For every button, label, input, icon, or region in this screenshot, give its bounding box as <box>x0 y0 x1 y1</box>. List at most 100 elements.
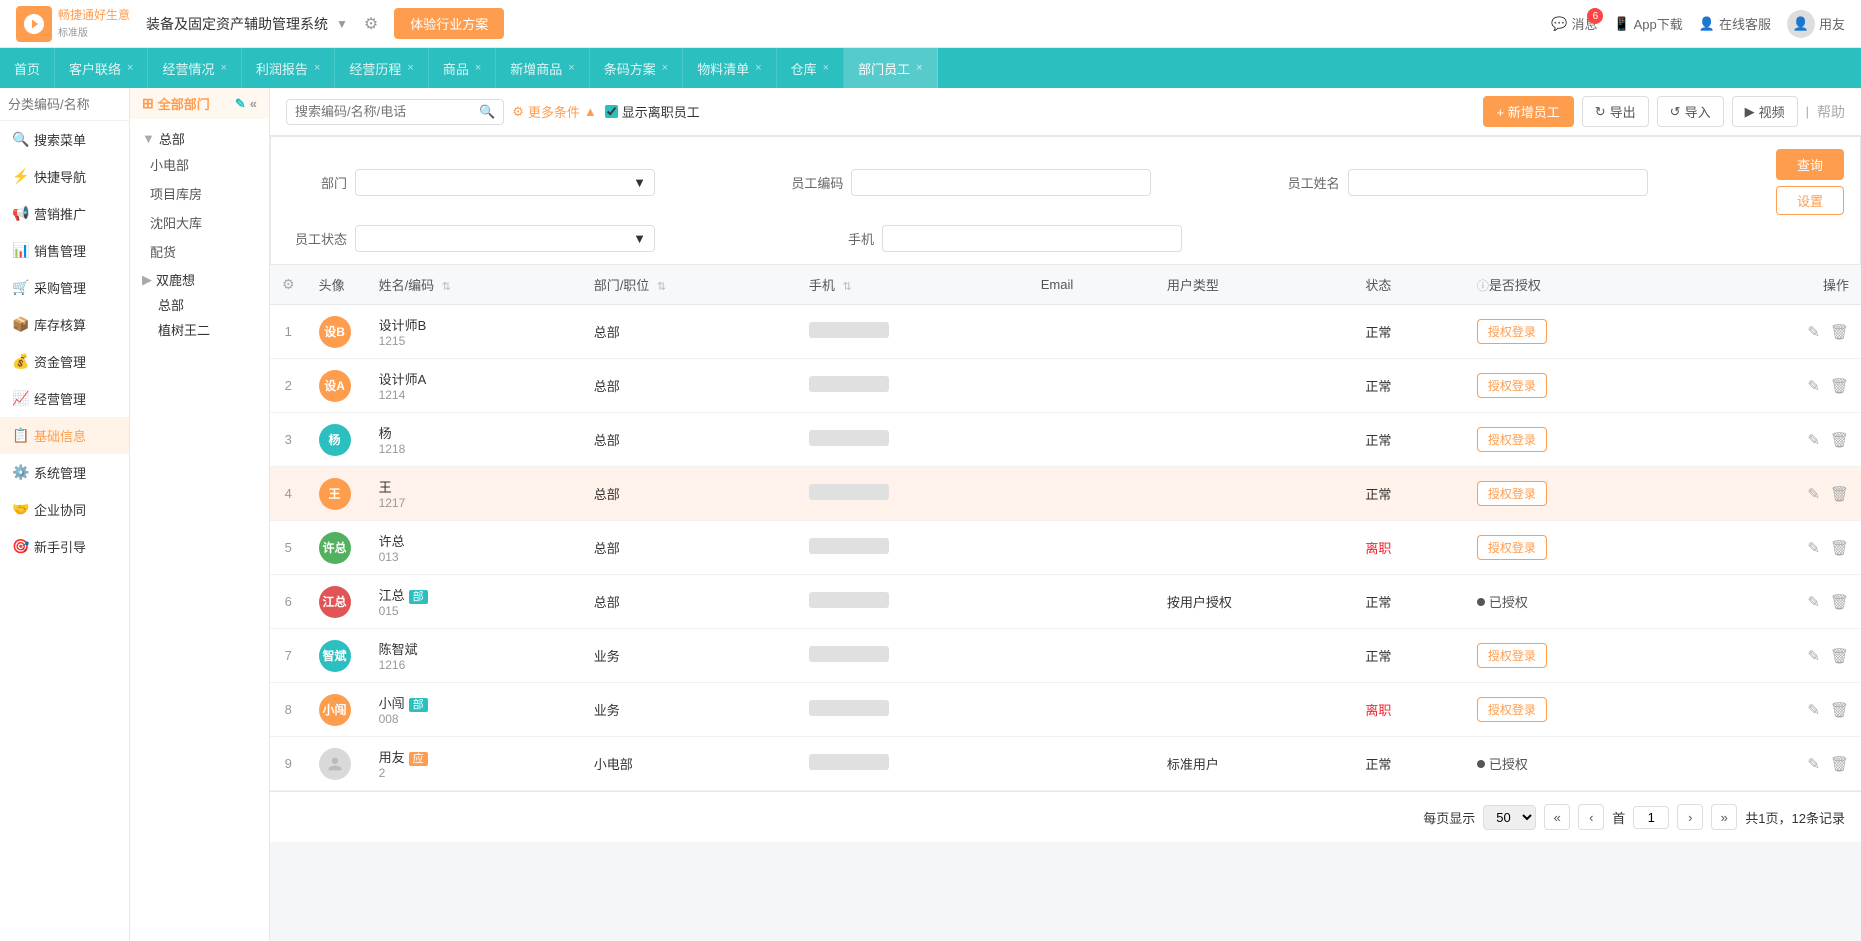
page-input[interactable] <box>1633 806 1669 829</box>
dept-all-button[interactable]: ⊞ 全部部门 ✎ « <box>130 88 269 119</box>
tab-department[interactable]: 部门员工 × <box>844 48 937 88</box>
help-button[interactable]: 帮助 <box>1817 102 1845 122</box>
tab-warehouse[interactable]: 仓库 × <box>777 48 844 88</box>
chevron-down-icon[interactable]: ▼ <box>336 17 348 31</box>
app-download-button[interactable]: 📱 App下载 <box>1613 14 1682 33</box>
close-icon[interactable]: × <box>475 62 481 74</box>
user-menu-button[interactable]: 👤 用友 <box>1787 10 1845 38</box>
sidebar-search-input[interactable] <box>8 97 130 112</box>
edit-icon[interactable]: ✎ <box>1807 755 1820 773</box>
sidebar-item-purchase[interactable]: 🛒 采购管理 <box>0 269 129 306</box>
tab-customer[interactable]: 客户联络 × <box>55 48 148 88</box>
edit-icon[interactable]: ✎ <box>1807 539 1820 557</box>
tab-profit[interactable]: 利润报告 × <box>242 48 335 88</box>
tab-operation[interactable]: 经营情况 × <box>148 48 241 88</box>
dept-node-zongbu[interactable]: 总部 <box>130 291 269 316</box>
close-icon[interactable]: × <box>916 62 922 74</box>
delete-icon[interactable]: 🗑 <box>1830 377 1849 395</box>
tab-goods[interactable]: 商品 × <box>429 48 496 88</box>
prev-page-button[interactable]: ‹ <box>1578 804 1604 830</box>
tab-home[interactable]: 首页 <box>0 48 55 88</box>
edit-icon[interactable]: ✎ <box>1807 701 1820 719</box>
dept-node-project[interactable]: 项目库房 <box>130 179 269 208</box>
close-icon[interactable]: × <box>127 62 133 74</box>
more-filter-button[interactable]: ⚙ 更多条件 ▲ <box>512 102 597 121</box>
edit-icon[interactable]: ✎ <box>1807 485 1820 503</box>
sidebar-item-collab[interactable]: 🤝 企业协同 <box>0 491 129 528</box>
close-icon[interactable]: × <box>220 62 226 74</box>
tab-add-goods[interactable]: 新增商品 × <box>496 48 589 88</box>
last-page-button[interactable]: » <box>1711 804 1737 830</box>
dept-select[interactable]: ▼ <box>355 169 655 196</box>
help-icon[interactable]: | <box>1806 104 1809 119</box>
auth-button[interactable]: 授权登录 <box>1477 373 1547 398</box>
search-input[interactable] <box>295 104 475 119</box>
message-button[interactable]: 💬 消息 6 <box>1551 14 1597 33</box>
status-select[interactable]: ▼ <box>355 225 655 252</box>
delete-icon[interactable]: 🗑 <box>1830 647 1849 665</box>
auth-button[interactable]: 授权登录 <box>1477 481 1547 506</box>
delete-icon[interactable]: 🗑 <box>1830 485 1849 503</box>
dept-node-zhishu[interactable]: 植树王二 <box>130 316 269 341</box>
delete-icon[interactable]: 🗑 <box>1830 323 1849 341</box>
edit-icon[interactable]: ✎ <box>1807 431 1820 449</box>
trial-button[interactable]: 体验行业方案 <box>394 8 504 39</box>
close-icon[interactable]: × <box>314 62 320 74</box>
close-icon[interactable]: × <box>662 62 668 74</box>
sidebar-item-system[interactable]: ⚙️ 系统管理 <box>0 454 129 491</box>
phone-input[interactable] <box>882 225 1182 252</box>
edit-icon[interactable]: ✎ <box>1807 377 1820 395</box>
delete-icon[interactable]: 🗑 <box>1830 755 1849 773</box>
add-employee-button[interactable]: + 新增员工 <box>1483 96 1574 127</box>
sidebar-item-marketing[interactable]: 📢 营销推广 <box>0 195 129 232</box>
name-input[interactable] <box>1348 169 1648 196</box>
view-button[interactable]: ▶ 视频 <box>1732 96 1798 127</box>
sidebar-item-quicknav[interactable]: ⚡ 快捷导航 <box>0 158 129 195</box>
edit-icon[interactable]: ✎ <box>1807 647 1820 665</box>
sidebar-item-sales[interactable]: 📊 销售管理 <box>0 232 129 269</box>
dept-node-peihuo[interactable]: 配货 <box>130 237 269 266</box>
auth-button[interactable]: 授权登录 <box>1477 697 1547 722</box>
dept-edit-icon[interactable]: ✎ <box>235 96 246 112</box>
col-dept[interactable]: 部门/职位 ⇅ <box>582 265 797 305</box>
col-phone[interactable]: 手机 ⇅ <box>797 265 1029 305</box>
settings-icon[interactable]: ⚙ <box>364 14 378 34</box>
edit-icon[interactable]: ✎ <box>1807 323 1820 341</box>
sidebar-item-finance[interactable]: 💰 资金管理 <box>0 343 129 380</box>
dept-node-root[interactable]: ▼ 总部 <box>130 125 269 150</box>
next-page-button[interactable]: › <box>1677 804 1703 830</box>
tab-barcode[interactable]: 条码方案 × <box>590 48 683 88</box>
reset-button[interactable]: 设置 <box>1776 186 1844 215</box>
dept-collapse-icon[interactable]: « <box>250 96 257 111</box>
delete-icon[interactable]: 🗑 <box>1830 431 1849 449</box>
close-icon[interactable]: × <box>407 62 413 74</box>
col-settings[interactable]: ⚙ <box>270 265 307 305</box>
sidebar-item-inventory[interactable]: 📦 库存核算 <box>0 306 129 343</box>
tab-bom[interactable]: 物料清单 × <box>683 48 776 88</box>
export-button[interactable]: ↻ 导出 <box>1582 96 1649 127</box>
sidebar-item-search[interactable]: 🔍 搜索菜单 <box>0 121 129 158</box>
auth-button[interactable]: 授权登录 <box>1477 427 1547 452</box>
dept-node-xiaodibu[interactable]: 小电部 <box>130 150 269 179</box>
col-name[interactable]: 姓名/编码 ⇅ <box>367 265 582 305</box>
page-size-select[interactable]: 50 <box>1483 805 1536 830</box>
edit-icon[interactable]: ✎ <box>1807 593 1820 611</box>
auth-button[interactable]: 授权登录 <box>1477 643 1547 668</box>
close-icon[interactable]: × <box>568 62 574 74</box>
show-resigned-checkbox[interactable]: 显示离职员工 <box>605 102 700 121</box>
first-page-button[interactable]: « <box>1544 804 1570 830</box>
dept-node-shuangluxiang[interactable]: ▶ 双鹿想 <box>130 266 269 291</box>
delete-icon[interactable]: 🗑 <box>1830 701 1849 719</box>
auth-button[interactable]: 授权登录 <box>1477 535 1547 560</box>
close-icon[interactable]: × <box>755 62 761 74</box>
delete-icon[interactable]: 🗑 <box>1830 593 1849 611</box>
close-icon[interactable]: × <box>823 62 829 74</box>
code-input[interactable] <box>851 169 1151 196</box>
dept-node-shenyang[interactable]: 沈阳大库 <box>130 208 269 237</box>
auth-button[interactable]: 授权登录 <box>1477 319 1547 344</box>
sidebar-item-biz[interactable]: 📈 经营管理 <box>0 380 129 417</box>
sidebar-item-basic[interactable]: 📋 基础信息 <box>0 417 129 454</box>
import-button[interactable]: ↺ 导入 <box>1657 96 1724 127</box>
query-button[interactable]: 查询 <box>1776 149 1844 180</box>
online-service-button[interactable]: 👤 在线客服 <box>1699 14 1771 33</box>
